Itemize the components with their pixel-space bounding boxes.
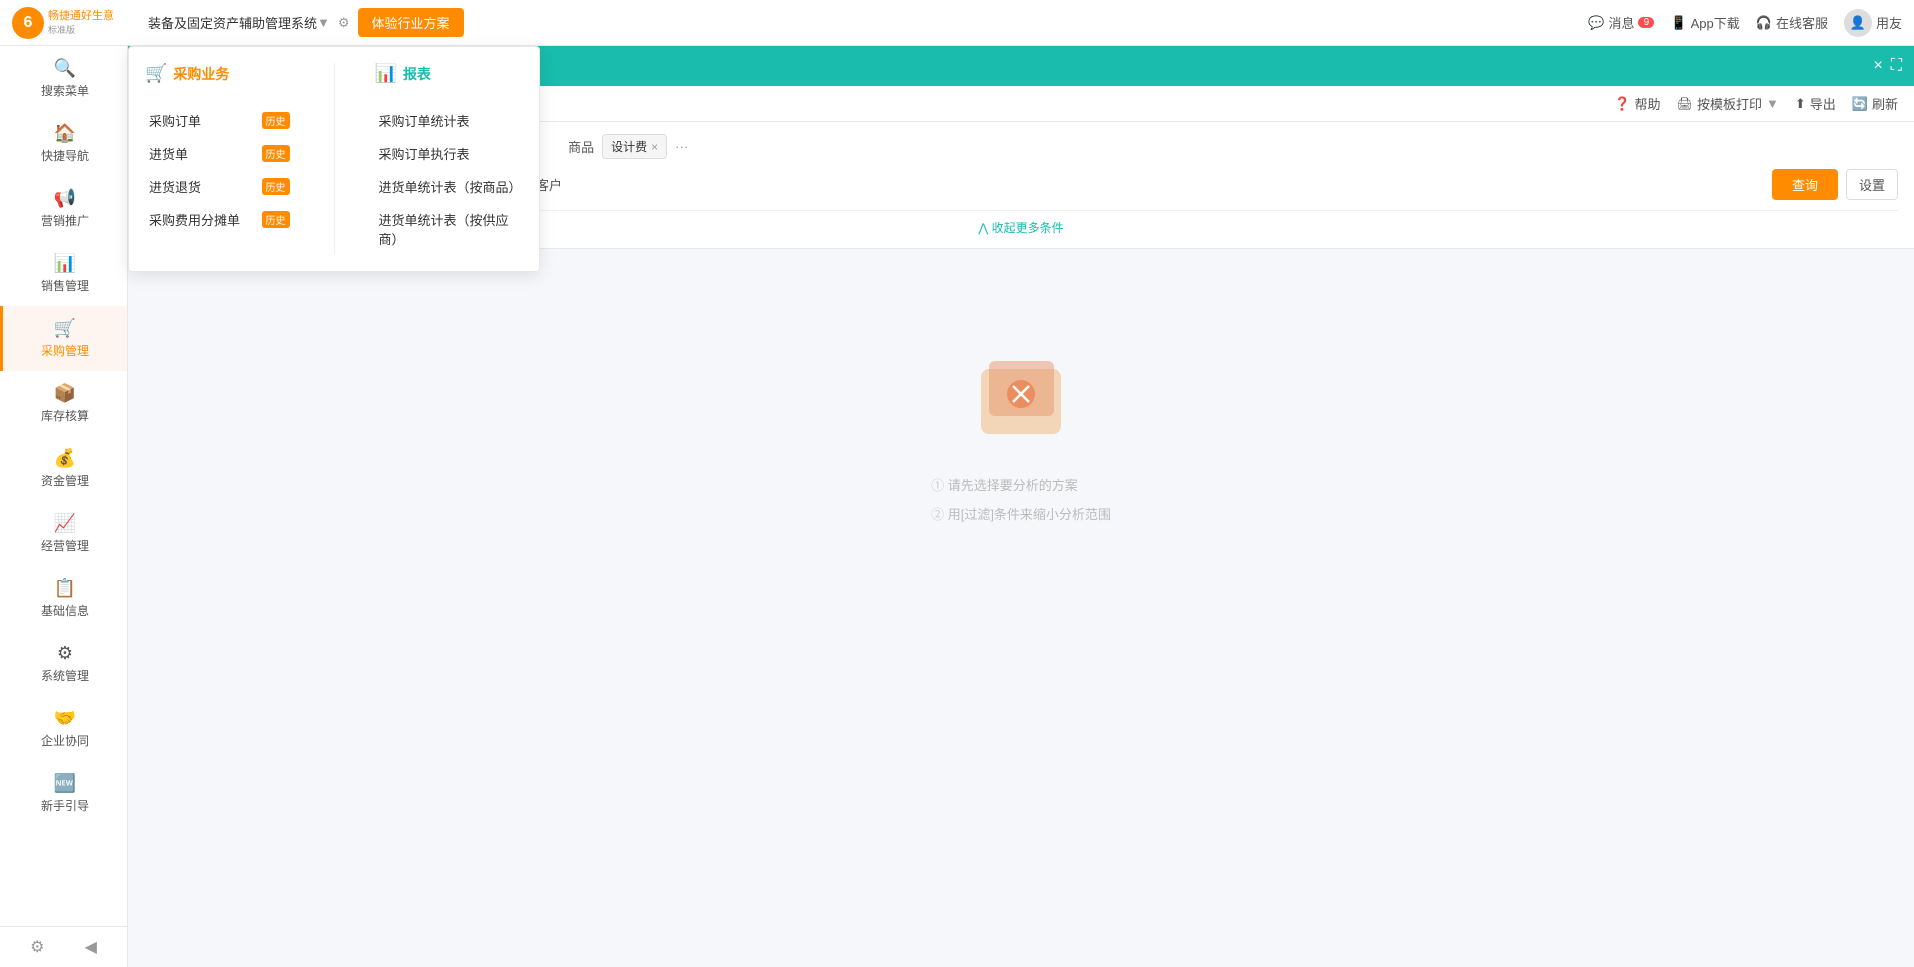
- menu-item-report-receive-supplier[interactable]: 进货单统计表（按供应商）: [375, 203, 524, 255]
- menu-item-report-receive-goods[interactable]: 进货单统计表（按商品）: [375, 170, 524, 203]
- history-badge-2: 历史: [262, 178, 290, 195]
- menu-divider: [334, 63, 335, 255]
- purchase-section: 🛒 采购业务 采购订单 历史 进货单 历史 进货退货 历史 采购费用分摊单 历史: [145, 63, 294, 255]
- history-badge-1: 历史: [262, 145, 290, 162]
- menu-item-purchase-return[interactable]: 进货退货 历史: [145, 170, 294, 203]
- report-section-icon: 📊: [375, 63, 397, 84]
- menu-item-purchase-order[interactable]: 采购订单 历史: [145, 104, 294, 137]
- menu-item-purchase-expense[interactable]: 采购费用分摊单 历史: [145, 203, 294, 236]
- purchase-dropdown-menu: 🛒 采购业务 采购订单 历史 进货单 历史 进货退货 历史 采购费用分摊单 历史…: [128, 46, 540, 272]
- history-badge-3: 历史: [262, 211, 290, 228]
- history-badge-0: 历史: [262, 112, 290, 129]
- menu-item-report-order-stat[interactable]: 采购订单统计表: [375, 104, 524, 137]
- menu-item-purchase-receive[interactable]: 进货单 历史: [145, 137, 294, 170]
- purchase-section-title: 🛒 采购业务: [145, 63, 294, 92]
- purchase-section-icon: 🛒: [145, 63, 167, 84]
- menu-item-report-order-exec[interactable]: 采购订单执行表: [375, 137, 524, 170]
- report-section: 📊 报表 采购订单统计表 采购订单执行表 进货单统计表（按商品） 进货单统计表（…: [375, 63, 524, 255]
- report-section-title: 📊 报表: [375, 63, 524, 92]
